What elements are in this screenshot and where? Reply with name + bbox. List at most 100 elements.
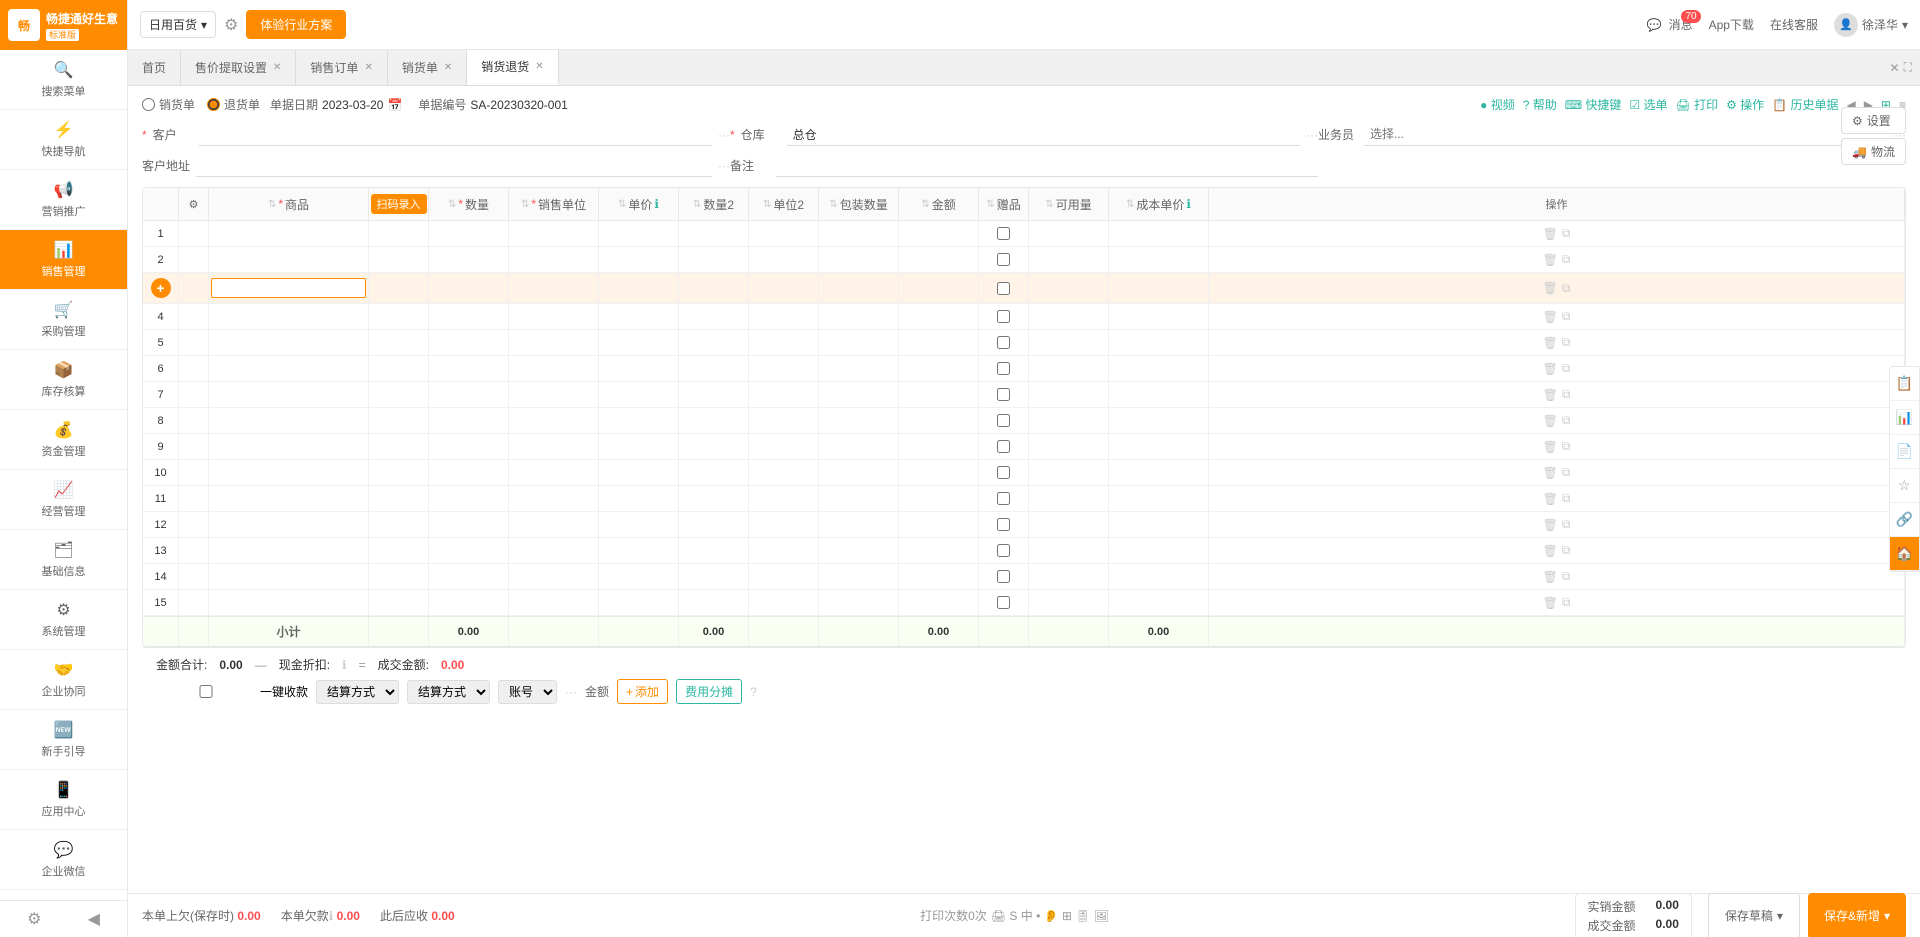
split-button[interactable]: 费用分摊 <box>676 679 742 704</box>
delete-row-icon[interactable]: 🗑 <box>1543 544 1558 558</box>
sidebar-item-sales[interactable]: 📊 销售管理 <box>0 230 127 290</box>
settlement-select[interactable]: 结算方式 <box>316 680 399 704</box>
gift-checkbox[interactable] <box>997 253 1010 266</box>
sidebar-item-system[interactable]: ⚙ 系统管理 <box>0 590 127 650</box>
sidebar-item-finance[interactable]: 💰 资金管理 <box>0 410 127 470</box>
calendar-icon[interactable]: 📅 <box>387 98 402 112</box>
side-clipboard-icon[interactable]: 📋 <box>1890 367 1919 401</box>
save-draft-button[interactable]: 保存草稿 ▾ <box>1708 893 1800 937</box>
gift-checkbox[interactable] <box>997 362 1010 375</box>
sidebar-item-marketing[interactable]: 📢 营销推广 <box>0 170 127 230</box>
sidebar-item-basic[interactable]: 🗂 基础信息 <box>0 530 127 590</box>
sidebar-item-wechat[interactable]: 💬 企业微信 <box>0 830 127 890</box>
logistics-button[interactable]: 🚚 物流 <box>1841 138 1906 165</box>
side-link-icon[interactable]: 🔗 <box>1890 503 1919 537</box>
salesperson-input[interactable] <box>1364 123 1888 146</box>
calc-select[interactable]: 结算方式 <box>407 680 490 704</box>
delete-row-icon[interactable]: 🗑 <box>1543 466 1558 480</box>
add-payment-button[interactable]: + 添加 <box>617 679 668 704</box>
delete-row-icon[interactable]: 🗑 <box>1543 362 1558 376</box>
copy-row-icon[interactable]: ⧉ <box>1562 569 1571 584</box>
one-click-payment[interactable]: 一键收款 <box>156 683 308 700</box>
tab-sales-order[interactable]: 销售订单 ✕ <box>296 50 387 85</box>
settings-icon[interactable]: ⚙ <box>27 909 41 929</box>
delete-row-icon[interactable]: 🗑 <box>1543 336 1558 350</box>
delete-row-icon[interactable]: 🗑 <box>1543 388 1558 402</box>
copy-row-icon[interactable]: ⧉ <box>1562 281 1571 296</box>
sidebar-item-member[interactable]: 👑 畅会员 <box>0 890 127 900</box>
copy-row-icon[interactable]: ⧉ <box>1562 335 1571 350</box>
tab-sales[interactable]: 销货单 ✕ <box>388 50 467 85</box>
close-tab-sales-order[interactable]: ✕ <box>364 62 372 73</box>
gift-checkbox[interactable] <box>997 414 1010 427</box>
gift-checkbox[interactable] <box>997 227 1010 240</box>
tab-home[interactable]: 首页 <box>128 50 181 85</box>
delete-row-icon[interactable]: 🗑 <box>1543 518 1558 532</box>
account-dots[interactable]: ··· <box>565 685 577 699</box>
radio-sales[interactable]: 销货单 <box>142 96 195 113</box>
user-menu[interactable]: 👤 徐泽华 ▾ <box>1834 13 1908 37</box>
copy-row-icon[interactable]: ⧉ <box>1562 387 1571 402</box>
gift-checkbox[interactable] <box>997 440 1010 453</box>
sidebar-item-search[interactable]: 🔍 搜索菜单 <box>0 50 127 110</box>
delete-row-icon[interactable]: 🗑 <box>1543 310 1558 324</box>
close-tab-returns[interactable]: ✕ <box>535 61 543 72</box>
copy-row-icon[interactable]: ⧉ <box>1562 595 1571 610</box>
close-tab-sales[interactable]: ✕ <box>444 62 452 73</box>
trial-button[interactable]: 体验行业方案 <box>246 10 346 39</box>
gift-checkbox[interactable] <box>997 310 1010 323</box>
address-picker[interactable]: ··· <box>718 159 730 173</box>
th-gear[interactable]: ⚙ <box>179 188 209 220</box>
gift-checkbox[interactable] <box>997 492 1010 505</box>
sidebar-item-app[interactable]: 📱 应用中心 <box>0 770 127 830</box>
sidebar-item-inventory[interactable]: 📦 库存核算 <box>0 350 127 410</box>
copy-row-icon[interactable]: ⧉ <box>1562 226 1571 241</box>
notes-input[interactable] <box>776 154 1318 177</box>
sidebar-item-enterprise[interactable]: 🤝 企业协同 <box>0 650 127 710</box>
close-all-icon[interactable]: ✕ <box>1890 61 1900 75</box>
history-link[interactable]: 📋 历史单据 <box>1772 96 1838 113</box>
sidebar-item-newuser[interactable]: 🆕 新手引导 <box>0 710 127 770</box>
video-link[interactable]: ● 视频 <box>1480 96 1515 113</box>
tab-returns[interactable]: 销货退货 ✕ <box>467 50 558 85</box>
app-download-link[interactable]: App下载 <box>1709 16 1754 33</box>
online-service-link[interactable]: 在线客服 <box>1770 16 1818 33</box>
settings-button[interactable]: ⚙ 设置 <box>1841 107 1906 134</box>
account-select[interactable]: 账号 <box>498 680 557 704</box>
sidebar-item-shortcuts[interactable]: ⚡ 快捷导航 <box>0 110 127 170</box>
tab-price-settings[interactable]: 售价提取设置 ✕ <box>181 50 296 85</box>
add-row-button[interactable]: + <box>151 278 171 298</box>
copy-row-icon[interactable]: ⧉ <box>1562 252 1571 267</box>
copy-row-icon[interactable]: ⧉ <box>1562 361 1571 376</box>
copy-row-icon[interactable]: ⧉ <box>1562 465 1571 480</box>
cost-info-icon[interactable]: ℹ <box>1186 197 1191 211</box>
delete-row-icon[interactable]: 🗑 <box>1543 281 1558 295</box>
copy-row-icon[interactable]: ⧉ <box>1562 309 1571 324</box>
gift-checkbox[interactable] <box>997 336 1010 349</box>
close-tab-price[interactable]: ✕ <box>273 62 281 73</box>
topbar-gear-icon[interactable]: ⚙ <box>224 15 238 35</box>
message-badge[interactable]: 💬 70 消息 <box>1647 16 1693 33</box>
delete-row-icon[interactable]: 🗑 <box>1543 440 1558 454</box>
delete-row-icon[interactable]: 🗑 <box>1543 227 1558 241</box>
delete-row-icon[interactable]: 🗑 <box>1543 492 1558 506</box>
discount-info-icon[interactable]: ℹ <box>342 658 347 672</box>
info-icon-footer[interactable]: ℹ <box>329 909 334 923</box>
copy-row-icon[interactable]: ⧉ <box>1562 413 1571 428</box>
sidebar-item-operations[interactable]: 📈 经营管理 <box>0 470 127 530</box>
delete-row-icon[interactable]: 🗑 <box>1543 253 1558 267</box>
print-link[interactable]: 🖨 打印 <box>1676 96 1719 113</box>
side-chart-icon[interactable]: 📊 <box>1890 401 1919 435</box>
warehouse-picker[interactable]: ··· <box>1306 128 1318 142</box>
delete-row-icon[interactable]: 🗑 <box>1543 414 1558 428</box>
warehouse-input[interactable] <box>787 123 1300 146</box>
ops-link[interactable]: ⚙ 操作 <box>1726 96 1764 113</box>
copy-row-icon[interactable]: ⧉ <box>1562 517 1571 532</box>
industry-selector[interactable]: 日用百货 ▾ <box>140 11 216 38</box>
customer-input[interactable] <box>199 123 712 146</box>
side-home-icon[interactable]: 🏠 <box>1890 537 1919 571</box>
price-info-icon[interactable]: ℹ <box>654 197 659 211</box>
sidebar-item-purchase[interactable]: 🛒 采购管理 <box>0 290 127 350</box>
delete-row-icon[interactable]: 🗑 <box>1543 570 1558 584</box>
collapse-icon[interactable]: ◀ <box>88 909 100 929</box>
